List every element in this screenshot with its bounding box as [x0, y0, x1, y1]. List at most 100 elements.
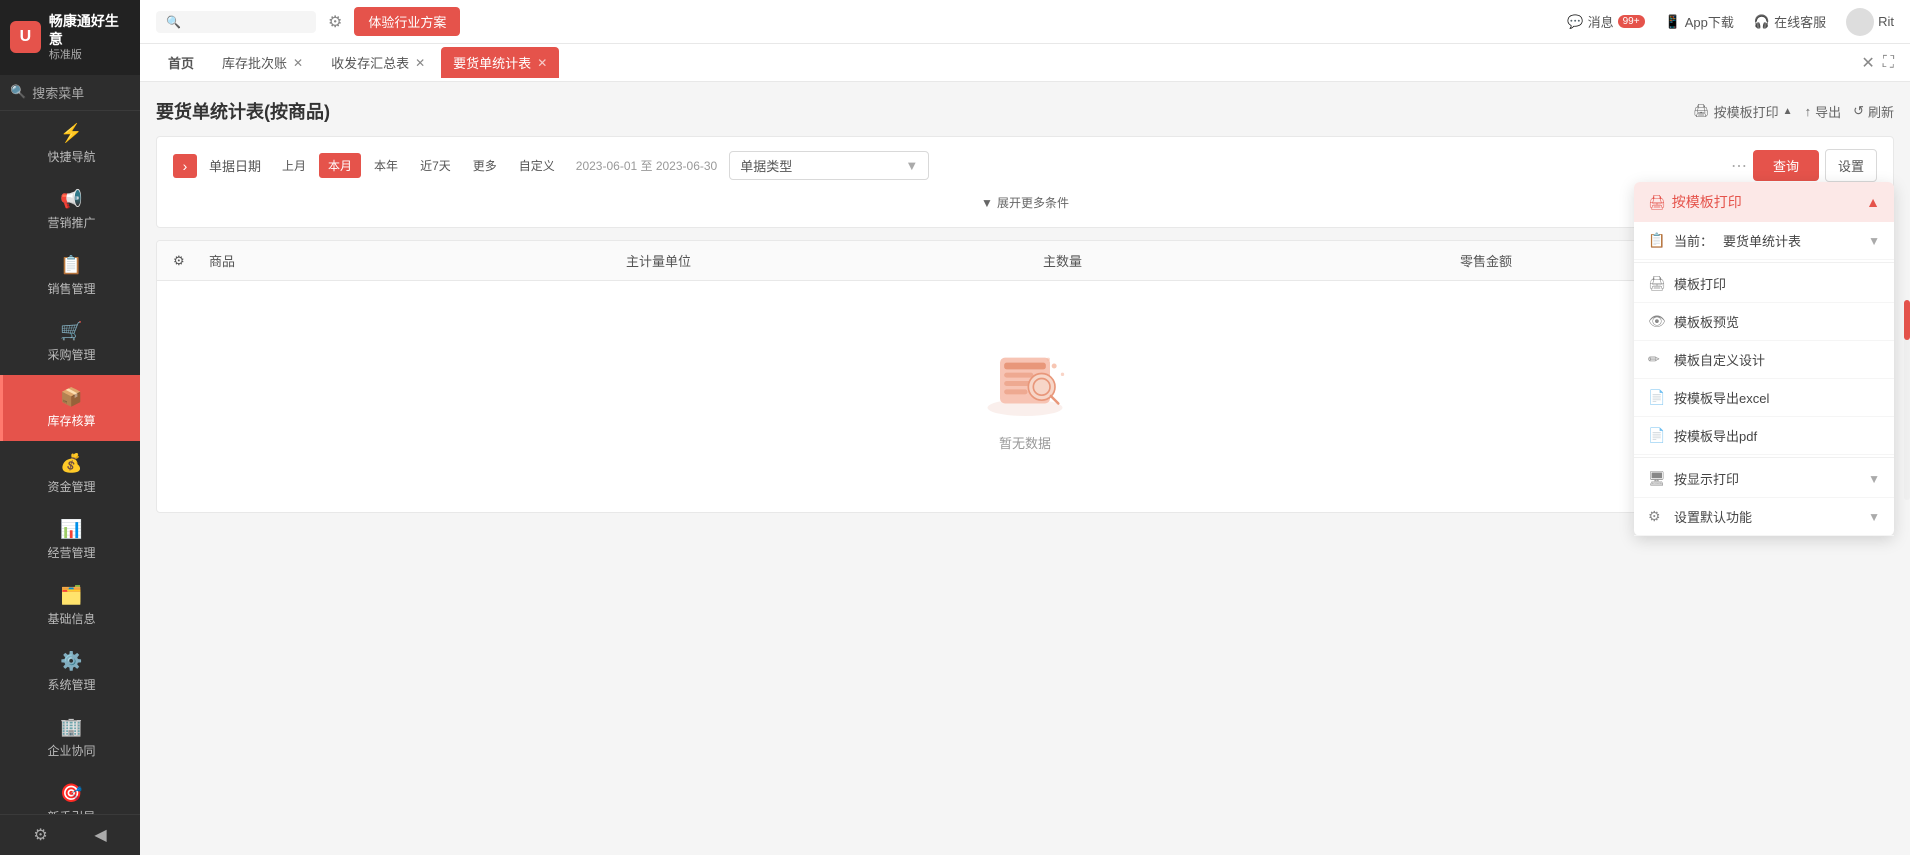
display-print-item[interactable]: 🖥 按显示打印 ▼ [1634, 460, 1894, 498]
date-year-btn[interactable]: 本年 [365, 153, 407, 178]
col-qty: 主数量 [1043, 251, 1460, 270]
sidebar-item-marketing[interactable]: 📢 营销推广 [0, 177, 140, 243]
col-settings[interactable]: ⚙ [173, 253, 209, 269]
set-default-item[interactable]: ⚙ 设置默认功能 ▼ [1634, 498, 1894, 536]
finance-icon: 💰 [60, 453, 82, 474]
current-template-label: 当前： [1674, 231, 1713, 250]
maximize-icon[interactable]: ⛶ [1883, 54, 1894, 72]
template-design-item[interactable]: ✏ 模板自定义设计 [1634, 341, 1894, 379]
tab-order-stat-label: 要货单统计表 [453, 53, 531, 72]
user-avatar-button[interactable]: Rit [1846, 8, 1894, 36]
topbar-gear-icon[interactable]: ⚙ [328, 12, 342, 32]
topbar: 🔍 ⚙ 体验行业方案 💬 消息 99+ 📱 App下载 🎧 在线客服 Rit [140, 0, 1910, 44]
template-print-label: 模板打印 [1674, 274, 1726, 293]
current-template-icon: 📋 [1648, 232, 1664, 249]
template-print-item[interactable]: 🖨 模板打印 [1634, 265, 1894, 303]
tab-order-stat[interactable]: 要货单统计表 ✕ [441, 47, 559, 78]
sidebar-search[interactable]: 🔍 搜索菜单 [0, 75, 140, 111]
tab-receipt-close-icon[interactable]: ✕ [415, 56, 425, 70]
current-template-item[interactable]: 📋 当前： 要货单统计表 ▼ [1634, 222, 1894, 260]
sales-icon: 📋 [60, 255, 82, 276]
sidebar-item-enterprise[interactable]: 🏢 企业协同 [0, 705, 140, 771]
trial-button[interactable]: 体验行业方案 [354, 7, 460, 36]
date-prev-btn[interactable]: 上月 [273, 153, 315, 178]
export-pdf-icon: 📄 [1648, 427, 1664, 444]
page-header: 要货单统计表(按商品) 🖨 按模板打印 ▲ ↑ 导出 ↺ 刷新 [156, 98, 1894, 124]
template-preview-icon: 👁 [1648, 313, 1664, 330]
topbar-right: 💬 消息 99+ 📱 App下载 🎧 在线客服 Rit [1567, 8, 1894, 36]
close-window-icon[interactable]: ✕ [1861, 53, 1874, 73]
export-label: 导出 [1815, 102, 1841, 121]
col-unit: 主计量单位 [626, 251, 1043, 270]
tab-batch-close-icon[interactable]: ✕ [293, 56, 303, 70]
main-area: 🔍 ⚙ 体验行业方案 💬 消息 99+ 📱 App下载 🎧 在线客服 Rit [140, 0, 1910, 855]
filter-toggle-button[interactable]: › [173, 154, 197, 178]
avatar [1846, 8, 1874, 36]
template-preview-item[interactable]: 👁 模板板预览 [1634, 303, 1894, 341]
print-template-button[interactable]: 🖨 按模板打印 ▲ [1693, 102, 1792, 121]
tab-home-label: 首页 [168, 53, 194, 72]
refresh-button[interactable]: ↺ 刷新 [1853, 102, 1894, 121]
tab-home[interactable]: 首页 [156, 47, 206, 78]
table-header: ⚙ 商品 主计量单位 主数量 零售金额 [157, 241, 1893, 281]
settings-button[interactable]: 设置 [1825, 149, 1877, 182]
sidebar-item-label: 基础信息 [47, 610, 95, 627]
sidebar-item-label: 资金管理 [47, 478, 95, 495]
sidebar-item-sales[interactable]: 📋 销售管理 [0, 243, 140, 309]
tab-receipt-label: 收发存汇总表 [331, 53, 409, 72]
topbar-search[interactable]: 🔍 [156, 11, 316, 33]
export-excel-icon: 📄 [1648, 389, 1664, 406]
export-button[interactable]: ↑ 导出 [1805, 102, 1842, 121]
type-select[interactable]: 单据类型 ▼ [729, 151, 929, 180]
username-label: Rit [1878, 14, 1894, 29]
expand-label: 展开更多条件 [997, 194, 1069, 211]
tab-batch-label: 库存批次账 [222, 53, 287, 72]
print-icon: 🖨 [1693, 103, 1710, 119]
collapse-icon[interactable]: ◀ [94, 825, 106, 845]
settings-bottom-icon[interactable]: ⚙ [33, 825, 47, 845]
page-actions: 🖨 按模板打印 ▲ ↑ 导出 ↺ 刷新 [1693, 102, 1894, 121]
sidebar-item-basic[interactable]: 🗂️ 基础信息 [0, 573, 140, 639]
date-week7-btn[interactable]: 近7天 [411, 153, 460, 178]
sidebar-item-inventory[interactable]: 📦 库存核算 [0, 375, 140, 441]
date-curr-btn[interactable]: 本月 [319, 153, 361, 178]
sidebar-bottom: ⚙ ◀ [0, 814, 140, 855]
query-button[interactable]: 查询 [1753, 150, 1819, 181]
basic-icon: 🗂️ [60, 585, 82, 606]
print-dropdown-close-icon[interactable]: ▲ [1866, 194, 1880, 210]
expand-down-icon: ▼ [981, 196, 993, 210]
operations-icon: 📊 [60, 519, 82, 540]
online-service-button[interactable]: 🎧 在线客服 [1754, 12, 1826, 31]
filter-more-icon[interactable]: ⋯ [1731, 156, 1747, 176]
message-badge: 99+ [1618, 15, 1645, 28]
search-label: 搜索菜单 [32, 83, 84, 102]
date-group: 上月 本月 本年 近7天 更多 自定义 [273, 153, 564, 178]
template-print-icon: 🖨 [1648, 275, 1664, 292]
export-pdf-item[interactable]: 📄 按模板导出pdf [1634, 417, 1894, 455]
tab-batch[interactable]: 库存批次账 ✕ [210, 47, 315, 78]
sidebar-item-purchase[interactable]: 🛒 采购管理 [0, 309, 140, 375]
tab-order-stat-close-icon[interactable]: ✕ [537, 56, 547, 70]
col-goods: 商品 [209, 251, 626, 270]
print-dropdown-icon: 🖨 [1648, 194, 1666, 211]
current-template-name: 要货单统计表 [1723, 231, 1801, 250]
right-scrollbar[interactable] [1904, 300, 1910, 500]
export-excel-item[interactable]: 📄 按模板导出excel [1634, 379, 1894, 417]
divider-1 [1634, 262, 1894, 263]
app-download-button[interactable]: 📱 App下载 [1665, 12, 1734, 31]
date-more-btn[interactable]: 更多 [464, 153, 506, 178]
sidebar-nav: ⚡ 快捷导航 📢 营销推广 📋 销售管理 🛒 采购管理 📦 库存核算 💰 资金管… [0, 111, 140, 814]
filter-expand-button[interactable]: ▼ 展开更多条件 [173, 190, 1877, 215]
service-icon: 🎧 [1754, 14, 1770, 30]
tab-receipt[interactable]: 收发存汇总表 ✕ [319, 47, 437, 78]
sidebar-item-guide[interactable]: 🎯 新手引导 [0, 771, 140, 814]
sidebar-item-operations[interactable]: 📊 经营管理 [0, 507, 140, 573]
date-range: 2023-06-01 至 2023-06-30 [576, 157, 717, 174]
marketing-icon: 📢 [60, 189, 82, 210]
messages-button[interactable]: 💬 消息 99+ [1567, 12, 1644, 31]
sidebar-item-shortcut[interactable]: ⚡ 快捷导航 [0, 111, 140, 177]
date-custom-btn[interactable]: 自定义 [510, 153, 564, 178]
sidebar-item-finance[interactable]: 💰 资金管理 [0, 441, 140, 507]
sidebar-item-system[interactable]: ⚙️ 系统管理 [0, 639, 140, 705]
guide-icon: 🎯 [60, 783, 82, 804]
